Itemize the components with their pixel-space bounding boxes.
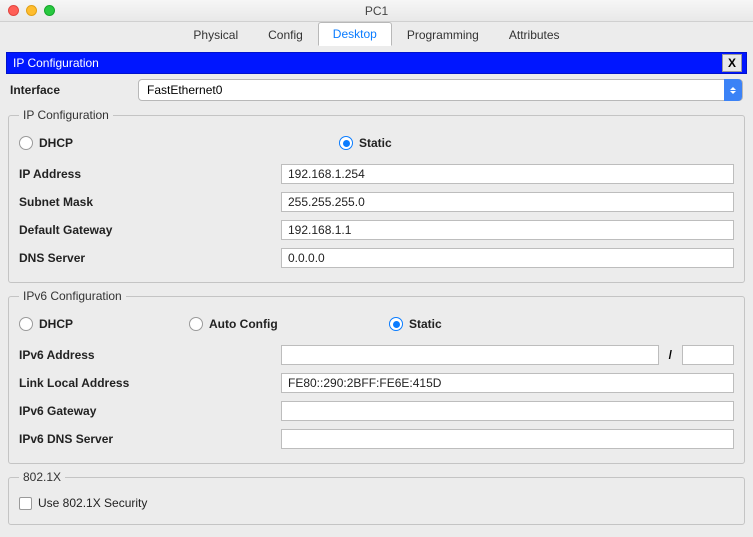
ipv6-static-radio[interactable]: Static: [389, 317, 529, 331]
ipv6-group: IPv6 Configuration DHCP Auto Config Stat…: [8, 289, 745, 464]
ipv6-gateway-input[interactable]: [281, 401, 734, 421]
ipv6-static-label: Static: [409, 317, 442, 331]
updown-arrows-icon: [724, 79, 742, 101]
ip-address-input[interactable]: [281, 164, 734, 184]
dot1x-group: 802.1X Use 802.1X Security: [8, 470, 745, 525]
radio-icon: [389, 317, 403, 331]
ipv6-address-label: IPv6 Address: [19, 348, 277, 362]
dns-server-label: DNS Server: [19, 251, 277, 265]
subnet-mask-input[interactable]: [281, 192, 734, 212]
tab-attributes[interactable]: Attributes: [494, 23, 575, 46]
tab-programming[interactable]: Programming: [392, 23, 494, 46]
ipv6-dns-input[interactable]: [281, 429, 734, 449]
default-gateway-label: Default Gateway: [19, 223, 277, 237]
dns-server-input[interactable]: [281, 248, 734, 268]
radio-icon: [19, 317, 33, 331]
ipv6-dhcp-label: DHCP: [39, 317, 73, 331]
ipv6-auto-label: Auto Config: [209, 317, 278, 331]
ipv6-auto-radio[interactable]: Auto Config: [189, 317, 329, 331]
use-8021x-checkbox[interactable]: [19, 497, 32, 510]
ipv6-gateway-label: IPv6 Gateway: [19, 404, 277, 418]
subnet-mask-label: Subnet Mask: [19, 195, 277, 209]
use-8021x-label: Use 802.1X Security: [38, 496, 147, 510]
ipv4-legend: IP Configuration: [19, 108, 113, 122]
interface-select[interactable]: FastEthernet0: [138, 79, 743, 101]
tab-physical[interactable]: Physical: [178, 23, 253, 46]
interface-label: Interface: [10, 83, 128, 97]
default-gateway-input[interactable]: [281, 220, 734, 240]
ipv6-dhcp-radio[interactable]: DHCP: [19, 317, 139, 331]
main-tabbar: Physical Config Desktop Programming Attr…: [0, 22, 753, 46]
window-titlebar: PC1: [0, 0, 753, 22]
radio-icon: [339, 136, 353, 150]
radio-icon: [19, 136, 33, 150]
dot1x-legend: 802.1X: [19, 470, 65, 484]
ipv4-dhcp-radio[interactable]: DHCP: [19, 136, 159, 150]
panel-close-button[interactable]: X: [722, 54, 742, 72]
link-local-input[interactable]: [281, 373, 734, 393]
ipv4-static-label: Static: [359, 136, 392, 150]
window-title: PC1: [0, 4, 753, 18]
interface-value: FastEthernet0: [147, 83, 222, 97]
ipv4-group: IP Configuration DHCP Static IP Address …: [8, 108, 745, 283]
tab-desktop[interactable]: Desktop: [318, 22, 392, 46]
ipv6-dns-label: IPv6 DNS Server: [19, 432, 277, 446]
link-local-label: Link Local Address: [19, 376, 277, 390]
ipv6-legend: IPv6 Configuration: [19, 289, 126, 303]
radio-icon: [189, 317, 203, 331]
tab-config[interactable]: Config: [253, 23, 318, 46]
ipv4-static-radio[interactable]: Static: [339, 136, 479, 150]
panel-title: IP Configuration: [13, 56, 99, 70]
ip-address-label: IP Address: [19, 167, 277, 181]
prefix-separator: /: [663, 348, 678, 362]
ipv6-prefix-input[interactable]: [682, 345, 734, 365]
ipv4-dhcp-label: DHCP: [39, 136, 73, 150]
ipv6-address-input[interactable]: [281, 345, 659, 365]
panel-header: IP Configuration X: [6, 52, 747, 74]
